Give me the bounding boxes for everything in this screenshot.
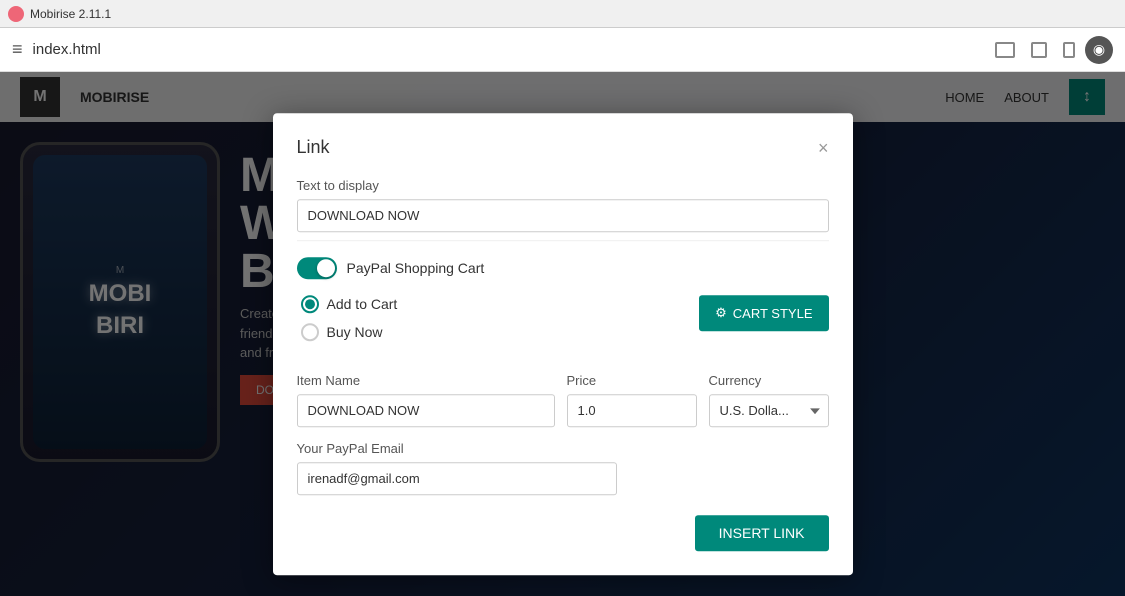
text-display-input[interactable]: [297, 199, 829, 232]
add-to-cart-radio-dot: [305, 299, 315, 309]
cart-style-btn[interactable]: ⚙ CART STYLE: [699, 295, 828, 331]
email-label: Your PayPal Email: [297, 441, 829, 456]
currency-label: Currency: [709, 373, 829, 388]
add-to-cart-label: Add to Cart: [327, 296, 398, 312]
title-bar: Mobirise 2.11.1: [0, 0, 1125, 28]
app-icon: [8, 6, 24, 22]
mobile-view-btn[interactable]: [1063, 42, 1075, 58]
item-fields-row: Item Name Price Currency U.S. Dolla...: [297, 373, 829, 427]
device-switcher: [995, 42, 1075, 58]
currency-select[interactable]: U.S. Dolla...: [709, 394, 829, 427]
hamburger-icon[interactable]: ≡: [12, 39, 23, 60]
item-name-label: Item Name: [297, 373, 555, 388]
price-label: Price: [567, 373, 697, 388]
buy-now-radio-circle: [301, 323, 319, 341]
text-display-group: Text to display: [297, 178, 829, 232]
payment-type-group: Add to Cart Buy Now: [301, 295, 398, 341]
insert-btn-row: INSERT LINK: [297, 515, 829, 551]
app-toolbar: ≡ index.html ◉: [0, 28, 1125, 72]
modal-close-btn[interactable]: ×: [818, 139, 829, 157]
file-name: index.html: [33, 41, 101, 58]
toggle-thumb: [317, 259, 335, 277]
divider-1: [297, 240, 829, 241]
buy-now-label: Buy Now: [327, 324, 383, 340]
item-name-group: Item Name: [297, 373, 555, 427]
insert-link-btn[interactable]: INSERT LINK: [695, 515, 829, 551]
paypal-toggle-row: PayPal Shopping Cart: [297, 257, 829, 279]
cart-style-label: CART STYLE: [733, 306, 813, 321]
paypal-label: PayPal Shopping Cart: [347, 260, 485, 276]
preview-btn[interactable]: ◉: [1085, 36, 1113, 64]
item-name-input[interactable]: [297, 394, 555, 427]
add-to-cart-radio-circle: [301, 295, 319, 313]
desktop-view-btn[interactable]: [995, 42, 1015, 58]
paypal-toggle[interactable]: [297, 257, 337, 279]
text-display-label: Text to display: [297, 178, 829, 193]
buy-now-radio[interactable]: Buy Now: [301, 323, 398, 341]
email-input[interactable]: [297, 462, 617, 495]
tablet-view-btn[interactable]: [1031, 42, 1047, 58]
modal-title: Link: [297, 137, 330, 158]
link-modal: Link × Text to display PayPal Shopping C…: [273, 113, 853, 575]
add-to-cart-radio[interactable]: Add to Cart: [301, 295, 398, 313]
radio-cart-row: Add to Cart Buy Now ⚙ CART STYLE: [297, 295, 829, 357]
price-input[interactable]: [567, 394, 697, 427]
app-name: Mobirise 2.11.1: [30, 7, 111, 21]
currency-group: Currency U.S. Dolla...: [709, 373, 829, 427]
email-group: Your PayPal Email: [297, 441, 829, 495]
gear-icon: ⚙: [715, 305, 727, 321]
price-group: Price: [567, 373, 697, 427]
eye-icon: ◉: [1093, 41, 1105, 58]
modal-header: Link ×: [297, 137, 829, 158]
